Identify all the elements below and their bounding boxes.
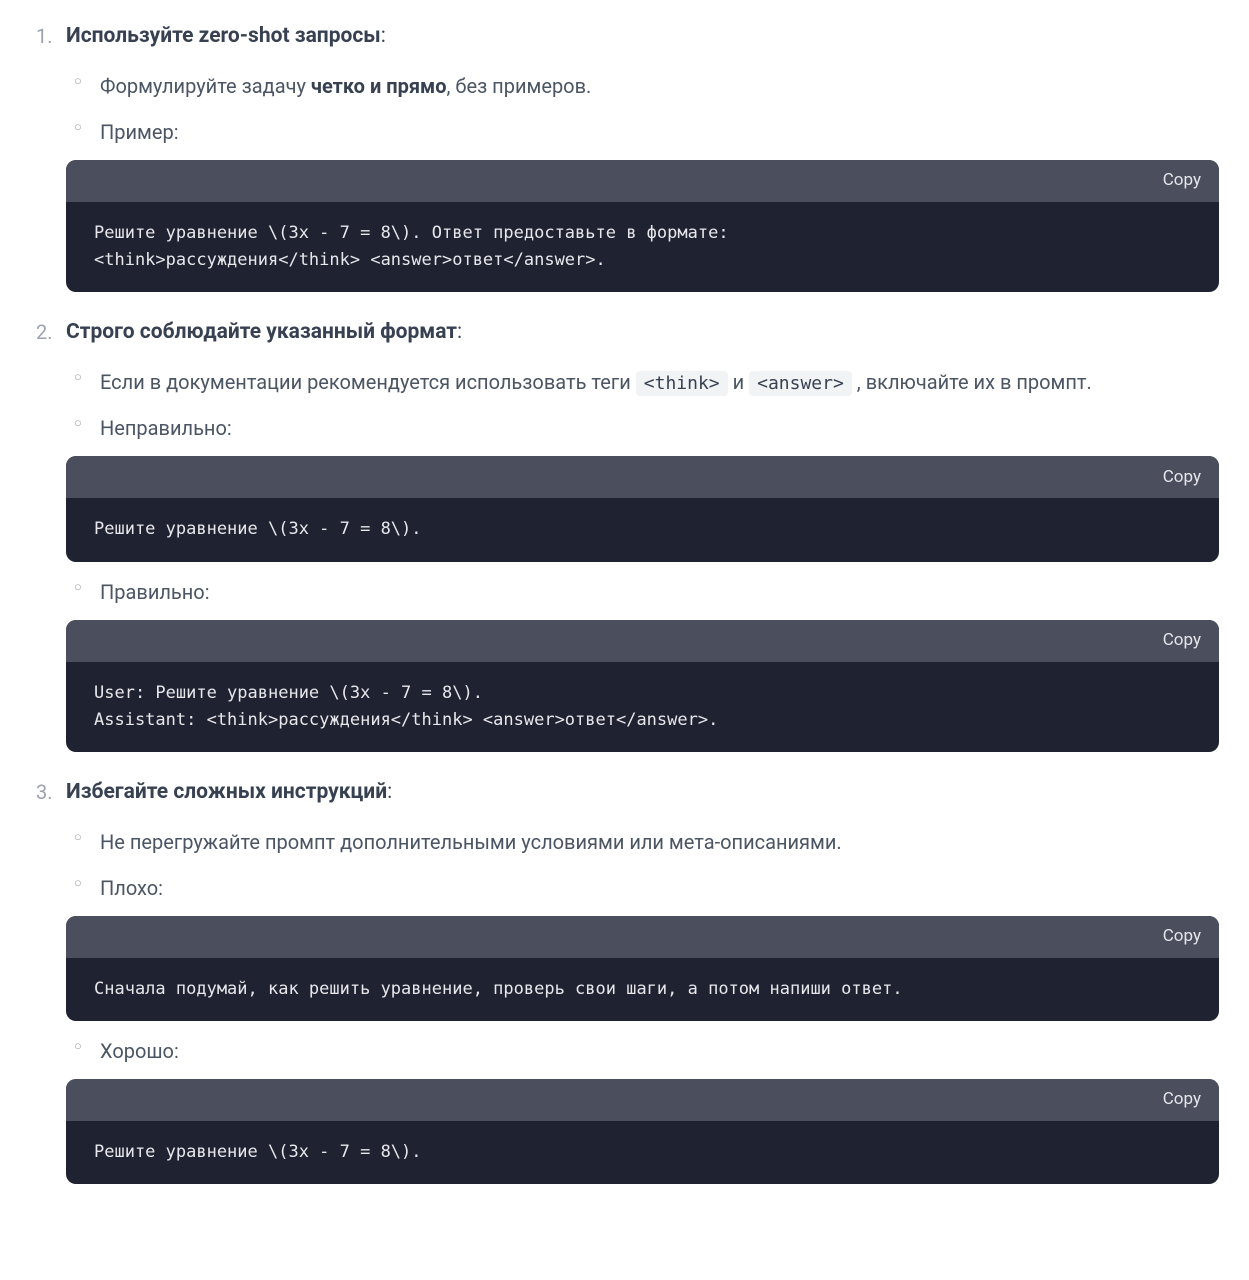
tip-item-1: Используйте zero-shot запросы: Формулиру… [30,20,1219,292]
text-part: , включайте их в промпт. [857,370,1092,394]
inline-code: <answer> [749,371,852,396]
sub-list: Если в документации рекомендуется исполь… [66,366,1219,752]
tip-item-2: Строго соблюдайте указанный формат: Если… [30,316,1219,752]
sub-item: Если в документации рекомендуется исполь… [100,366,1219,399]
code-header: Copy [66,916,1219,958]
code-header: Copy [66,620,1219,662]
tip-item-3: Избегайте сложных инструкций: Не перегру… [30,776,1219,1184]
code-body: Сначала подумай, как решить уравнение, п… [66,958,1219,1021]
sub-item: Не перегружайте промпт дополнительными у… [100,826,1219,858]
inline-code: <think> [636,371,728,396]
tip-heading: Избегайте сложных инструкций: [66,776,1219,810]
code-block: Copy Решите уравнение \(3x - 7 = 8\). От… [66,160,1219,292]
tips-list: Используйте zero-shot запросы: Формулиру… [30,20,1219,1184]
code-body: Решите уравнение \(3x - 7 = 8\). Ответ п… [66,202,1219,292]
copy-button[interactable]: Copy [1163,464,1201,491]
sub-list: Формулируйте задачу четко и прямо, без п… [66,70,1219,292]
sub-item: Неправильно: Copy Решите уравнение \(3x … [100,412,1219,561]
sub-item: Хорошо: Copy Решите уравнение \(3x - 7 =… [100,1035,1219,1184]
code-header: Copy [66,160,1219,202]
sub-item: Плохо: Copy Сначала подумай, как решить … [100,872,1219,1021]
text-part-bold: четко и прямо [311,74,447,98]
copy-button[interactable]: Copy [1163,923,1201,950]
code-body: User: Решите уравнение \(3x - 7 = 8\). A… [66,662,1219,752]
tip-heading-suffix: : [381,24,386,48]
code-block: Copy User: Решите уравнение \(3x - 7 = 8… [66,620,1219,752]
sub-item: Пример: Copy Решите уравнение \(3x - 7 =… [100,116,1219,292]
copy-button[interactable]: Copy [1163,627,1201,654]
sub-label: Плохо: [100,876,163,900]
sub-label: Не перегружайте промпт дополнительными у… [100,830,842,854]
code-block: Copy Сначала подумай, как решить уравнен… [66,916,1219,1021]
code-header: Copy [66,456,1219,498]
sub-label: Правильно: [100,580,210,604]
tip-heading-bold: Используйте zero-shot запросы [66,24,381,48]
tip-heading: Используйте zero-shot запросы: [66,20,1219,54]
sub-label: Хорошо: [100,1039,179,1063]
text-part: и [733,370,750,394]
code-block: Copy Решите уравнение \(3x - 7 = 8\). [66,456,1219,561]
tip-heading-suffix: : [387,780,392,804]
code-body: Решите уравнение \(3x - 7 = 8\). [66,1121,1219,1184]
sub-item: Формулируйте задачу четко и прямо, без п… [100,70,1219,102]
tip-heading: Строго соблюдайте указанный формат: [66,316,1219,350]
copy-button[interactable]: Copy [1163,167,1201,194]
text-part: Если в документации рекомендуется исполь… [100,370,636,394]
code-header: Copy [66,1079,1219,1121]
sub-label: Неправильно: [100,416,232,440]
tip-heading-suffix: : [457,320,462,344]
text-part: Формулируйте задачу [100,74,311,98]
sub-item: Правильно: Copy User: Решите уравнение \… [100,576,1219,752]
sub-list: Не перегружайте промпт дополнительными у… [66,826,1219,1184]
code-block: Copy Решите уравнение \(3x - 7 = 8\). [66,1079,1219,1184]
text-part: , без примеров. [447,74,592,98]
code-body: Решите уравнение \(3x - 7 = 8\). [66,498,1219,561]
sub-label: Пример: [100,120,179,144]
tip-heading-bold: Избегайте сложных инструкций [66,780,387,804]
copy-button[interactable]: Copy [1163,1086,1201,1113]
tip-heading-bold: Строго соблюдайте указанный формат [66,320,457,344]
